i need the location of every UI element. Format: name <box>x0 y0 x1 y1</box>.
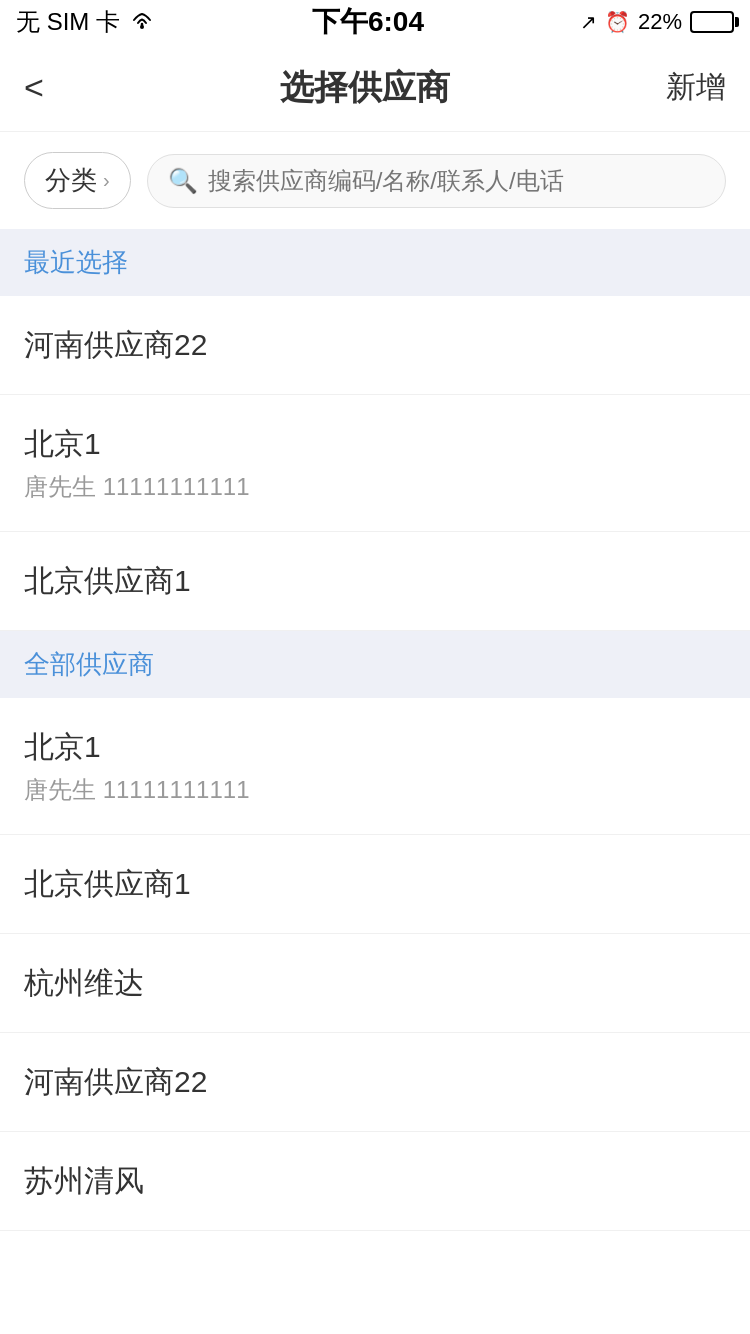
all-list: 北京1 唐先生 11111111111 北京供应商1 杭州维达河南供应商22 苏州清风 <box>0 698 750 1231</box>
page-title: 选择供应商 <box>280 65 450 111</box>
list-item[interactable]: 北京1 唐先生 11111111111 <box>0 698 750 835</box>
item-name: 北京供应商1 <box>24 560 726 602</box>
status-time: 下午6:04 <box>312 3 424 41</box>
list-item[interactable]: 河南供应商22 <box>0 296 750 395</box>
alarm-icon: ⏰ <box>605 10 630 34</box>
add-button[interactable]: 新增 <box>646 67 726 108</box>
list-item[interactable]: 北京供应商1 <box>0 835 750 934</box>
sim-label: 无 SIM 卡 <box>16 6 120 38</box>
all-section-header: 全部供应商 <box>0 631 750 698</box>
status-right: ↗ ⏰ 22% <box>580 9 734 35</box>
item-sub: 唐先生 11111111111 <box>24 774 726 806</box>
recent-list: 河南供应商22 北京1 唐先生 11111111111 北京供应商1 <box>0 296 750 631</box>
filter-bar: 分类 › 🔍 <box>0 132 750 229</box>
item-name: 苏州清风 <box>24 1160 726 1202</box>
nav-bar: < 选择供应商 新增 <box>0 44 750 132</box>
location-icon: ↗ <box>580 10 597 34</box>
list-item[interactable]: 北京1 唐先生 11111111111 <box>0 395 750 532</box>
category-filter[interactable]: 分类 › <box>24 152 131 209</box>
search-box[interactable]: 🔍 <box>147 154 726 208</box>
status-left: 无 SIM 卡 <box>16 6 156 38</box>
search-input[interactable] <box>208 167 705 195</box>
recent-section-header: 最近选择 <box>0 229 750 296</box>
item-sub: 唐先生 11111111111 <box>24 471 726 503</box>
list-item[interactable]: 杭州维达 <box>0 934 750 1033</box>
item-name: 河南供应商22 <box>24 324 726 366</box>
svg-point-0 <box>140 25 144 29</box>
item-name: 北京1 <box>24 423 726 465</box>
item-name: 河南供应商22 <box>24 1061 726 1103</box>
list-item[interactable]: 北京供应商1 <box>0 532 750 631</box>
back-button[interactable]: < <box>24 68 84 107</box>
wifi-icon <box>128 12 156 32</box>
item-name: 北京1 <box>24 726 726 768</box>
list-item[interactable]: 河南供应商22 <box>0 1033 750 1132</box>
category-label: 分类 <box>45 163 97 198</box>
item-name: 北京供应商1 <box>24 863 726 905</box>
battery-percent: 22% <box>638 9 682 35</box>
chevron-right-icon: › <box>103 169 110 192</box>
search-icon: 🔍 <box>168 167 198 195</box>
battery-icon <box>690 11 734 33</box>
item-name: 杭州维达 <box>24 962 726 1004</box>
status-bar: 无 SIM 卡 下午6:04 ↗ ⏰ 22% <box>0 0 750 44</box>
list-item[interactable]: 苏州清风 <box>0 1132 750 1231</box>
